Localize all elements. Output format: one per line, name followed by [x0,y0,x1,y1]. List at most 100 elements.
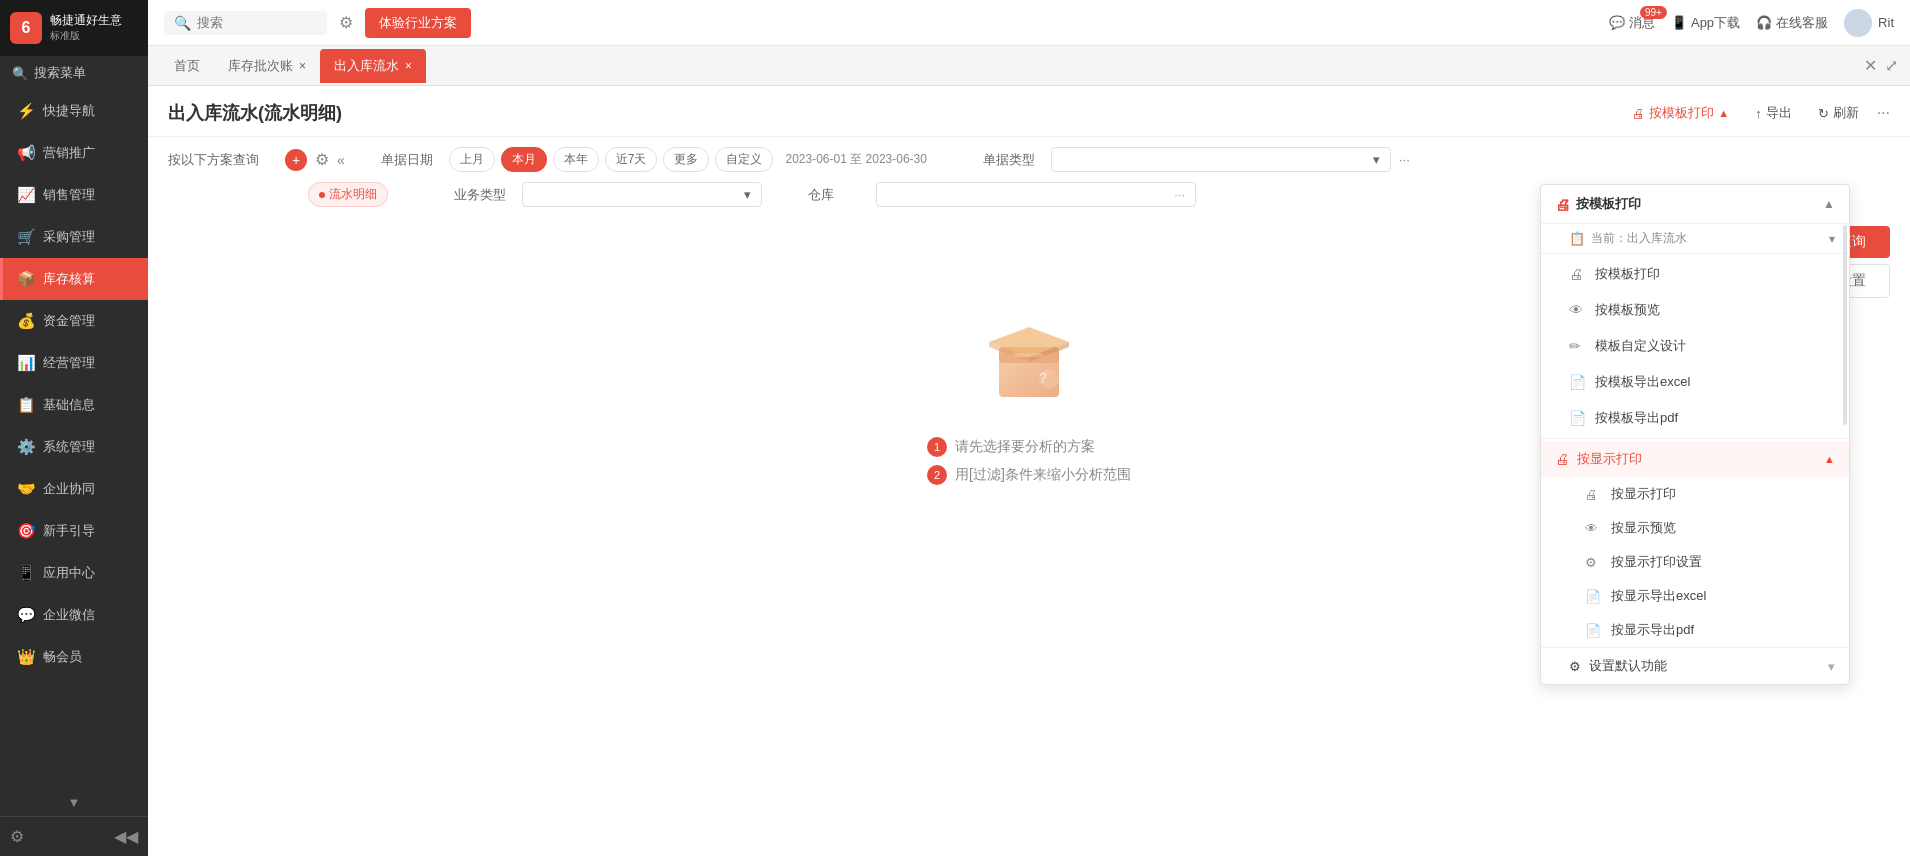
biz-type-label: 业务类型 [454,186,514,204]
header-gear-icon[interactable]: ⚙ [339,13,353,32]
sidebar-item-system[interactable]: ⚙️ 系统管理 [0,426,148,468]
date-tag-custom[interactable]: 自定义 [715,147,773,172]
sidebar-item-app-center[interactable]: 📱 应用中心 [0,552,148,594]
close-inout-flow-icon[interactable]: × [405,59,412,73]
date-label: 单据日期 [381,151,441,169]
template-print-btn[interactable]: 🖨 按模板打印 [1541,256,1849,292]
close-page-icon[interactable]: ✕ [1864,56,1877,75]
date-tag-7days[interactable]: 近7天 [605,147,658,172]
sidebar-item-label: 企业协同 [43,480,95,498]
template-export-excel-btn[interactable]: 📄 按模板导出excel [1541,364,1849,400]
filter-settings-icon[interactable]: ⚙ [315,150,329,169]
template-custom-label: 模板自定义设计 [1595,337,1686,355]
set-default-btn[interactable]: ⚙ 设置默认功能 ▾ [1541,647,1849,684]
message-icon: 💬 [1609,15,1625,30]
tab-inout-flow[interactable]: 出入库流水 × [320,49,426,83]
refresh-btn[interactable]: ↻ 刷新 [1810,100,1867,126]
sidebar-scroll-down[interactable]: ▼ [0,789,148,816]
filter-tag-selected: 流水明细 [308,182,388,207]
sidebar-item-operations[interactable]: 📊 经营管理 [0,342,148,384]
filter-tag-label: 流水明细 [329,186,377,203]
display-print-group-header[interactable]: 🖨 按显示打印 ▲ [1541,441,1849,477]
warehouse-label: 仓库 [808,186,868,204]
wechat-icon: 💬 [17,606,35,624]
sidebar-item-member[interactable]: 👑 畅会员 [0,636,148,678]
template-export-pdf-btn[interactable]: 📄 按模板导出pdf [1541,400,1849,436]
display-preview-btn[interactable]: 👁 按显示预览 [1541,511,1849,545]
display-export-excel-label: 按显示导出excel [1611,587,1706,605]
sidebar-item-purchase[interactable]: 🛒 采购管理 [0,216,148,258]
header-search-input[interactable] [197,15,317,30]
empty-illustration: ? [979,317,1079,417]
panel-collapse-arrow[interactable]: ▲ [1823,197,1835,211]
template-export-pdf-label: 按模板导出pdf [1595,409,1678,427]
message-badge: 99+ [1640,6,1667,19]
sidebar-logo: 6 畅捷通好生意 标准版 [0,0,148,56]
template-export-excel-icon: 📄 [1569,374,1587,390]
sidebar-settings-icon[interactable]: ⚙ [10,827,24,846]
sidebar-search[interactable]: 🔍 搜索菜单 [0,56,148,90]
message-btn[interactable]: 💬 消息 99+ [1609,14,1655,32]
sidebar-item-quick-nav[interactable]: ⚡ 快捷导航 [0,90,148,132]
tab-batch-ledger-label: 库存批次账 [228,57,293,75]
set-default-icon: ⚙ [1569,659,1581,674]
template-custom-btn[interactable]: ✏ 模板自定义设计 [1541,328,1849,364]
export-btn[interactable]: ↑ 导出 [1747,100,1800,126]
close-batch-ledger-icon[interactable]: × [299,59,306,73]
print-dropdown-panel: 🖨 按模板打印 ▲ 📋 当前：出入库流水 ▾ 🖨 按模板打印 [1540,184,1850,685]
add-filter-btn[interactable]: + [285,149,307,171]
date-range: 2023-06-01 至 2023-06-30 [785,151,926,168]
sidebar-item-enterprise[interactable]: 🤝 企业协同 [0,468,148,510]
sidebar-item-base[interactable]: 📋 基础信息 [0,384,148,426]
refresh-icon: ↻ [1818,106,1829,121]
display-print-settings-btn[interactable]: ⚙ 按显示打印设置 [1541,545,1849,579]
warehouse-select[interactable]: ··· [876,182,1196,207]
system-icon: ⚙️ [17,438,35,456]
warehouse-more-icon[interactable]: ··· [1174,187,1185,202]
user-avatar[interactable]: Rit [1844,9,1894,37]
header-search-box[interactable]: 🔍 [164,11,327,35]
sidebar-item-finance[interactable]: 💰 资金管理 [0,300,148,342]
type-select[interactable]: ▾ [1051,147,1391,172]
trial-btn[interactable]: 体验行业方案 [365,8,471,38]
tab-batch-ledger[interactable]: 库存批次账 × [214,49,320,83]
search-icon: 🔍 [12,66,28,81]
display-export-pdf-btn[interactable]: 📄 按显示导出pdf [1541,613,1849,647]
sidebar-search-label: 搜索菜单 [34,64,86,82]
sidebar-item-sales[interactable]: 📈 销售管理 [0,174,148,216]
current-label: 当前：出入库流水 [1591,230,1687,247]
type-more-icon[interactable]: ··· [1399,152,1410,167]
dropdown-scrollbar[interactable] [1843,225,1847,425]
display-print-btn[interactable]: 🖨 按显示打印 [1541,477,1849,511]
purchase-icon: 🛒 [17,228,35,246]
date-tag-last-month[interactable]: 上月 [449,147,495,172]
display-export-excel-btn[interactable]: 📄 按显示导出excel [1541,579,1849,613]
panel-title: 🖨 按模板打印 [1555,195,1641,213]
date-tag-current-year[interactable]: 本年 [553,147,599,172]
template-export-pdf-icon: 📄 [1569,410,1587,426]
display-print-icon: 🖨 [1585,487,1603,502]
online-service-btn[interactable]: 🎧 在线客服 [1756,14,1828,32]
group-up-arrow: ▲ [1824,453,1835,465]
filter-collapse-icon[interactable]: « [337,152,345,168]
more-actions-icon[interactable]: ··· [1877,104,1890,122]
sidebar-nav: ⚡ 快捷导航 📢 营销推广 📈 销售管理 🛒 采购管理 📦 库存核算 [0,90,148,789]
date-tag-current-month[interactable]: 本月 [501,147,547,172]
app-download-btn[interactable]: 📱 App下载 [1671,14,1740,32]
enterprise-icon: 🤝 [17,480,35,498]
app-download-label: App下载 [1691,14,1740,32]
template-preview-btn[interactable]: 👁 按模板预览 [1541,292,1849,328]
maximize-icon[interactable]: ⤢ [1885,56,1898,75]
display-preview-label: 按显示预览 [1611,519,1676,537]
date-tag-more[interactable]: 更多 [663,147,709,172]
sidebar-item-wechat[interactable]: 💬 企业微信 [0,594,148,636]
sidebar-item-newbie[interactable]: 🎯 新手引导 [0,510,148,552]
sidebar-item-marketing[interactable]: 📢 营销推广 [0,132,148,174]
sidebar-item-inventory[interactable]: 📦 库存核算 [0,258,148,300]
print-template-btn[interactable]: 🖨 按模板打印 ▲ [1624,100,1737,126]
biz-type-select[interactable]: ▾ [522,182,762,207]
inventory-icon: 📦 [17,270,35,288]
sidebar-item-label: 经营管理 [43,354,95,372]
tab-home[interactable]: 首页 [160,49,214,83]
sidebar-collapse-icon[interactable]: ◀◀ [114,827,138,846]
